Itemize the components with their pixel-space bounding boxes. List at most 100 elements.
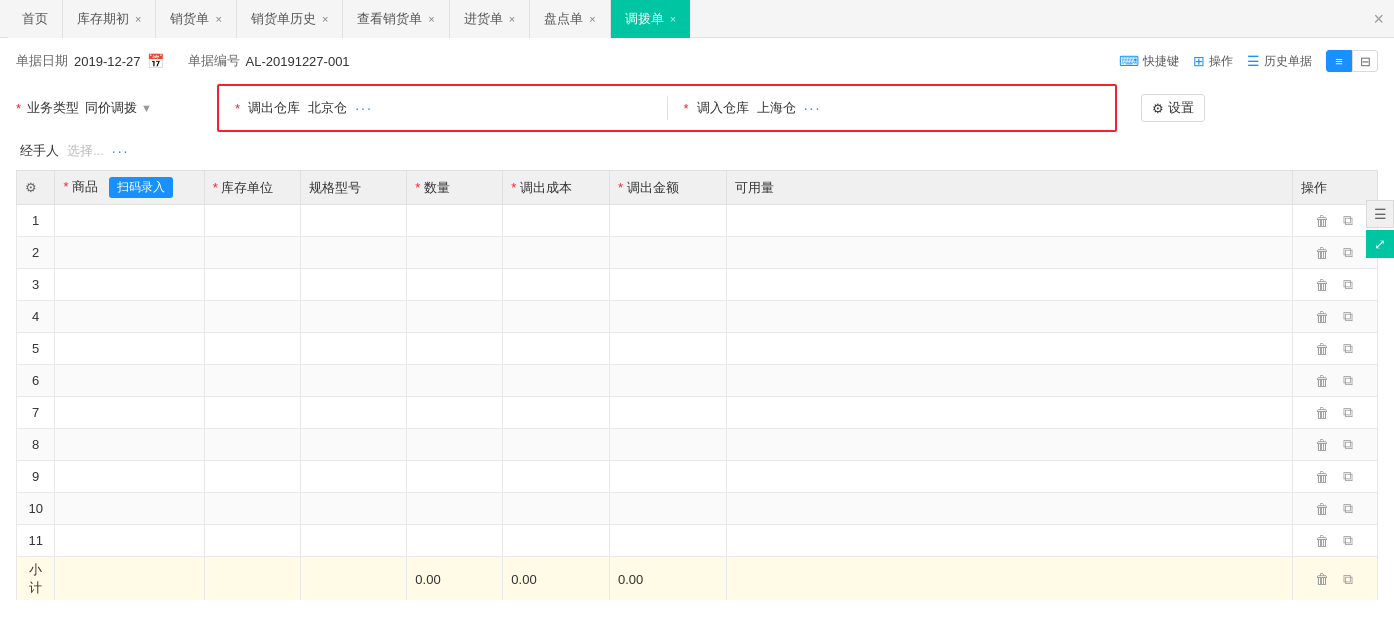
cell-qty-4[interactable]: [407, 301, 503, 333]
cell-available-7[interactable]: [727, 397, 1292, 429]
cell-spec-3[interactable]: [300, 269, 407, 301]
cell-qty-2[interactable]: [407, 237, 503, 269]
copy-icon-2[interactable]: ⧉: [1338, 243, 1358, 263]
cell-amount-11[interactable]: [609, 525, 726, 557]
copy-icon-5[interactable]: ⧉: [1338, 339, 1358, 359]
business-type-select[interactable]: 同价调拨 ▼: [85, 99, 205, 117]
tab-sales-history[interactable]: 销货单历史 ×: [237, 0, 343, 38]
copy-icon-9[interactable]: ⧉: [1338, 467, 1358, 487]
cell-unit-2[interactable]: [204, 237, 300, 269]
cell-product-3[interactable]: [55, 269, 204, 301]
th-settings[interactable]: ⚙: [17, 171, 55, 205]
history-button[interactable]: ☰ 历史单据: [1247, 53, 1312, 70]
cell-qty-5[interactable]: [407, 333, 503, 365]
cell-amount-7[interactable]: [609, 397, 726, 429]
gear-icon[interactable]: ⚙: [25, 180, 37, 195]
tab-view-sales-close[interactable]: ×: [428, 13, 434, 25]
calendar-icon[interactable]: 📅: [147, 53, 164, 69]
cell-available-4[interactable]: [727, 301, 1292, 333]
tab-inventory-check[interactable]: 盘点单 ×: [530, 0, 610, 38]
cell-spec-11[interactable]: [300, 525, 407, 557]
tab-inventory-init[interactable]: 库存期初 ×: [63, 0, 156, 38]
tab-sales-history-close[interactable]: ×: [322, 13, 328, 25]
sidebar-list-icon[interactable]: ☰: [1366, 200, 1394, 228]
cell-available-1[interactable]: [727, 205, 1292, 237]
subtotal-delete-icon[interactable]: 🗑: [1312, 569, 1332, 589]
copy-icon-11[interactable]: ⧉: [1338, 531, 1358, 551]
cell-available-3[interactable]: [727, 269, 1292, 301]
cell-spec-4[interactable]: [300, 301, 407, 333]
cell-spec-1[interactable]: [300, 205, 407, 237]
tab-sales-order[interactable]: 销货单 ×: [156, 0, 236, 38]
cell-product-6[interactable]: [55, 365, 204, 397]
cell-cost-1[interactable]: [503, 205, 610, 237]
cell-unit-11[interactable]: [204, 525, 300, 557]
cell-cost-5[interactable]: [503, 333, 610, 365]
shortcut-button[interactable]: ⌨ 快捷键: [1119, 53, 1179, 70]
cell-available-11[interactable]: [727, 525, 1292, 557]
cell-amount-3[interactable]: [609, 269, 726, 301]
cell-cost-8[interactable]: [503, 429, 610, 461]
cell-cost-6[interactable]: [503, 365, 610, 397]
cell-unit-6[interactable]: [204, 365, 300, 397]
copy-icon-3[interactable]: ⧉: [1338, 275, 1358, 295]
cell-cost-4[interactable]: [503, 301, 610, 333]
cell-spec-9[interactable]: [300, 461, 407, 493]
subtotal-copy-icon[interactable]: ⧉: [1338, 569, 1358, 589]
operation-button[interactable]: ⊞ 操作: [1193, 53, 1233, 70]
cell-available-6[interactable]: [727, 365, 1292, 397]
copy-icon-8[interactable]: ⧉: [1338, 435, 1358, 455]
cell-cost-11[interactable]: [503, 525, 610, 557]
delete-icon-7[interactable]: 🗑: [1312, 403, 1332, 423]
cell-unit-9[interactable]: [204, 461, 300, 493]
cell-amount-9[interactable]: [609, 461, 726, 493]
tab-inventory-init-close[interactable]: ×: [135, 13, 141, 25]
tab-home[interactable]: 首页: [8, 0, 63, 38]
tab-transfer-order-close[interactable]: ×: [670, 13, 676, 25]
delete-icon-4[interactable]: 🗑: [1312, 307, 1332, 327]
delete-icon-9[interactable]: 🗑: [1312, 467, 1332, 487]
cell-amount-8[interactable]: [609, 429, 726, 461]
tab-view-sales[interactable]: 查看销货单 ×: [343, 0, 449, 38]
cell-cost-3[interactable]: [503, 269, 610, 301]
delete-icon-10[interactable]: 🗑: [1312, 499, 1332, 519]
tab-purchase-order[interactable]: 进货单 ×: [450, 0, 530, 38]
cell-amount-6[interactable]: [609, 365, 726, 397]
cell-qty-9[interactable]: [407, 461, 503, 493]
cell-available-9[interactable]: [727, 461, 1292, 493]
cell-available-5[interactable]: [727, 333, 1292, 365]
copy-icon-1[interactable]: ⧉: [1338, 211, 1358, 231]
cell-spec-8[interactable]: [300, 429, 407, 461]
cell-spec-2[interactable]: [300, 237, 407, 269]
cell-product-7[interactable]: [55, 397, 204, 429]
cell-product-4[interactable]: [55, 301, 204, 333]
cell-product-8[interactable]: [55, 429, 204, 461]
cell-qty-7[interactable]: [407, 397, 503, 429]
cell-qty-8[interactable]: [407, 429, 503, 461]
cell-cost-9[interactable]: [503, 461, 610, 493]
delete-icon-8[interactable]: 🗑: [1312, 435, 1332, 455]
cell-spec-6[interactable]: [300, 365, 407, 397]
delete-icon-3[interactable]: 🗑: [1312, 275, 1332, 295]
cell-unit-3[interactable]: [204, 269, 300, 301]
cell-unit-4[interactable]: [204, 301, 300, 333]
cell-amount-5[interactable]: [609, 333, 726, 365]
cell-unit-7[interactable]: [204, 397, 300, 429]
view-grid-button[interactable]: ⊟: [1352, 50, 1378, 72]
cell-product-9[interactable]: [55, 461, 204, 493]
cell-amount-2[interactable]: [609, 237, 726, 269]
cell-qty-3[interactable]: [407, 269, 503, 301]
cell-unit-8[interactable]: [204, 429, 300, 461]
tab-purchase-order-close[interactable]: ×: [509, 13, 515, 25]
person-select[interactable]: 选择...: [67, 142, 104, 160]
cell-product-10[interactable]: [55, 493, 204, 525]
view-list-button[interactable]: ≡: [1326, 50, 1352, 72]
sidebar-link-icon[interactable]: ⤢: [1366, 230, 1394, 258]
delete-icon-6[interactable]: 🗑: [1312, 371, 1332, 391]
warehouse-in-more[interactable]: ···: [804, 100, 822, 116]
cell-amount-1[interactable]: [609, 205, 726, 237]
cell-product-2[interactable]: [55, 237, 204, 269]
cell-spec-10[interactable]: [300, 493, 407, 525]
tab-transfer-order[interactable]: 调拨单 ×: [611, 0, 690, 38]
copy-icon-4[interactable]: ⧉: [1338, 307, 1358, 327]
